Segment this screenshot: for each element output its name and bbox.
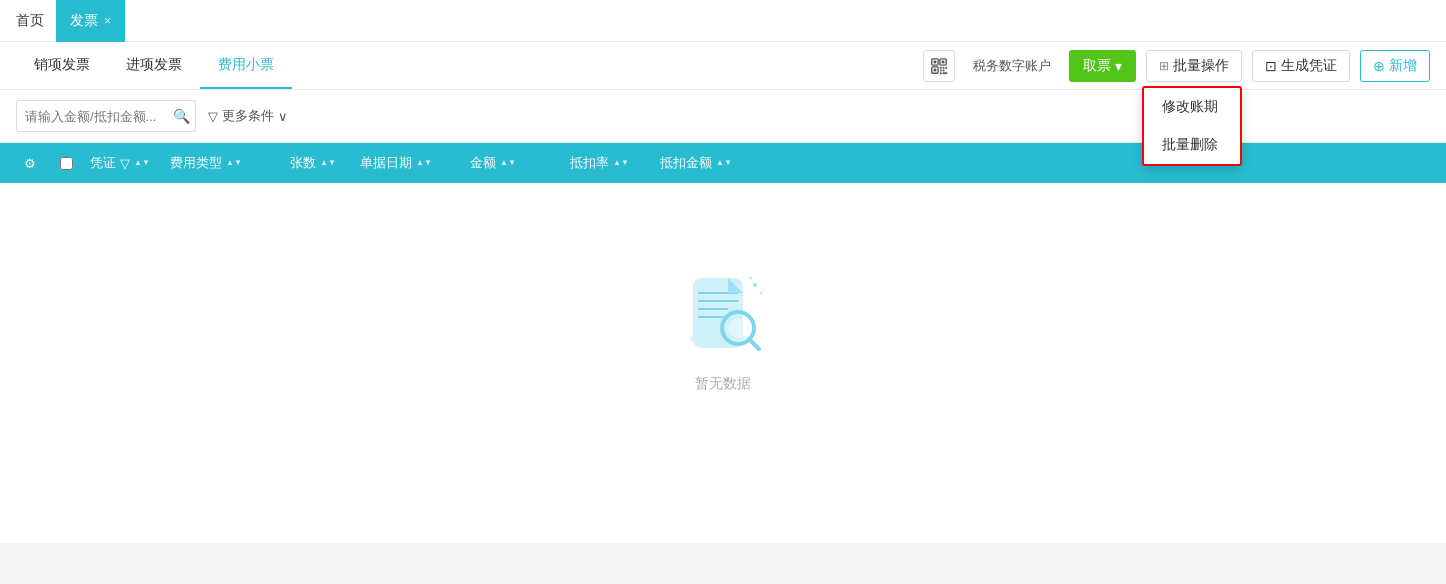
svg-rect-9 [940, 69, 942, 71]
invoice-tab-close[interactable]: × [104, 14, 111, 28]
sub-tabs-right: 税务数字账户 取票 ▾ ⊞ 批量操作 修改账期 批量删除 ⊡ 生成凭证 ⊕ 新增 [923, 50, 1430, 82]
voucher-filter-icon: ▽ [120, 156, 130, 171]
svg-rect-12 [943, 72, 948, 74]
svg-rect-5 [934, 68, 937, 71]
svg-rect-11 [940, 72, 942, 74]
amount-sort: ▲▼ [500, 159, 516, 167]
content-area: ⚙ 凭证 ▽ ▲▼ 费用类型 ▲▼ 张数 ▲▼ 单据日期 ▲▼ 金额 ▲▼ 抵扣… [0, 143, 1446, 543]
th-checkbox[interactable] [52, 157, 82, 170]
batch-ops-icon: ⊞ [1159, 59, 1169, 73]
th-deduct-amount[interactable]: 抵扣金额 ▲▼ [652, 154, 762, 172]
svg-point-18 [760, 292, 763, 295]
svg-rect-6 [940, 66, 942, 68]
svg-point-19 [750, 277, 753, 280]
svg-rect-10 [943, 69, 945, 71]
take-ticket-chevron: ▾ [1115, 58, 1122, 74]
svg-rect-3 [942, 60, 945, 63]
voucher-sort: ▲▼ [134, 159, 150, 167]
tab-expense[interactable]: 费用小票 [200, 42, 292, 89]
empty-state: 暂无数据 [0, 183, 1446, 433]
tab-input[interactable]: 进项发票 [108, 42, 200, 89]
add-new-button[interactable]: ⊕ 新增 [1360, 50, 1430, 82]
svg-point-17 [753, 283, 757, 287]
count-sort: ▲▼ [320, 159, 336, 167]
th-amount[interactable]: 金额 ▲▼ [462, 154, 562, 172]
deduct-amount-sort: ▲▼ [716, 159, 732, 167]
settings-icon: ⚙ [24, 156, 36, 171]
invoice-tab[interactable]: 发票 × [56, 0, 125, 42]
svg-rect-1 [934, 60, 937, 63]
expense-sort: ▲▼ [226, 159, 242, 167]
th-voucher[interactable]: 凭证 ▽ ▲▼ [82, 154, 162, 172]
svg-line-16 [749, 339, 759, 349]
batch-ops-dropdown: 修改账期 批量删除 [1142, 86, 1242, 166]
empty-text: 暂无数据 [695, 375, 751, 393]
th-date[interactable]: 单据日期 ▲▼ [352, 154, 462, 172]
th-deduct-rate[interactable]: 抵扣率 ▲▼ [562, 154, 652, 172]
search-wrap: 🔍 [16, 100, 196, 132]
batch-ops-button[interactable]: ⊞ 批量操作 [1146, 50, 1242, 82]
th-settings[interactable]: ⚙ [16, 156, 52, 171]
invoice-tab-label: 发票 [70, 12, 98, 30]
th-count[interactable]: 张数 ▲▼ [282, 154, 352, 172]
take-ticket-button[interactable]: 取票 ▾ [1069, 50, 1136, 82]
more-filter-button[interactable]: ▽ 更多条件 ∨ [208, 107, 288, 125]
tab-sales[interactable]: 销项发票 [16, 42, 108, 89]
search-input[interactable] [25, 109, 173, 124]
th-expense-type[interactable]: 费用类型 ▲▼ [162, 154, 282, 172]
sub-tabs-left: 销项发票 进项发票 费用小票 [16, 42, 292, 89]
modify-period-item[interactable]: 修改账期 [1144, 88, 1240, 126]
search-icon[interactable]: 🔍 [173, 108, 190, 124]
qr-code-button[interactable] [923, 50, 955, 82]
generate-voucher-button[interactable]: ⊡ 生成凭证 [1252, 50, 1350, 82]
qr-icon [930, 57, 948, 75]
sub-tabs-bar: 销项发票 进项发票 费用小票 [0, 42, 1446, 90]
deduct-rate-sort: ▲▼ [613, 159, 629, 167]
svg-rect-8 [945, 66, 947, 68]
batch-ops-container: ⊞ 批量操作 修改账期 批量删除 [1146, 50, 1242, 82]
add-icon: ⊕ [1373, 58, 1385, 74]
tax-account-button[interactable]: 税务数字账户 [965, 53, 1059, 79]
batch-delete-item[interactable]: 批量删除 [1144, 126, 1240, 164]
voucher-icon: ⊡ [1265, 58, 1277, 74]
top-nav: 首页 发票 × [0, 0, 1446, 42]
date-sort: ▲▼ [416, 159, 432, 167]
filter-chevron-icon: ∨ [278, 109, 288, 124]
select-all-checkbox[interactable] [60, 157, 73, 170]
svg-rect-7 [943, 66, 945, 68]
svg-point-15 [728, 318, 748, 338]
filter-icon: ▽ [208, 109, 218, 124]
home-link[interactable]: 首页 [16, 12, 56, 30]
empty-icon [673, 263, 773, 363]
